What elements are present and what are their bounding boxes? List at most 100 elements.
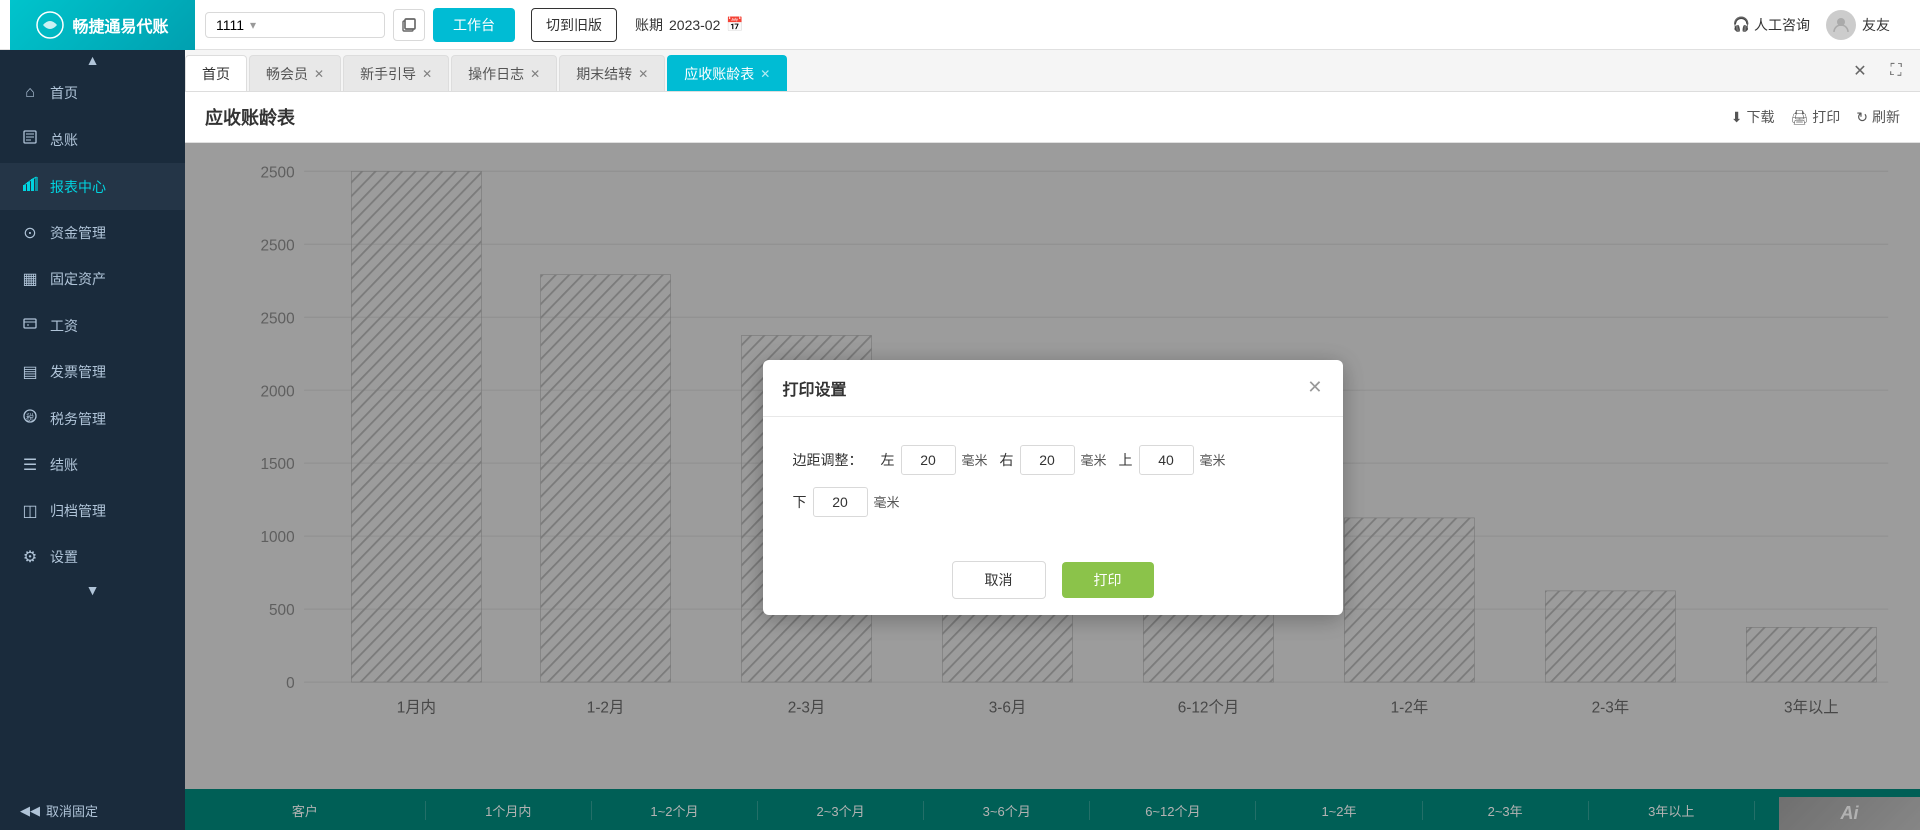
tab-period[interactable]: 期末结转 ✕ bbox=[559, 55, 665, 91]
tab-guide-close[interactable]: ✕ bbox=[422, 67, 432, 81]
user-name: 友友 bbox=[1862, 15, 1890, 35]
tab-guide[interactable]: 新手引导 ✕ bbox=[343, 55, 449, 91]
tab-member-close[interactable]: ✕ bbox=[314, 67, 324, 81]
calendar-icon[interactable]: 📅 bbox=[726, 16, 743, 33]
tab-home-label: 首页 bbox=[202, 64, 230, 84]
sidebar-item-closing[interactable]: ☰ 结账 bbox=[0, 442, 185, 488]
sidebar-label-tax: 税务管理 bbox=[50, 409, 106, 429]
sidebar-item-settings[interactable]: ⚙ 设置 bbox=[0, 534, 185, 580]
tab-log-close[interactable]: ✕ bbox=[530, 67, 540, 81]
bottom-input[interactable] bbox=[813, 487, 868, 517]
refresh-icon: ↻ bbox=[1856, 109, 1868, 126]
avatar bbox=[1826, 10, 1856, 40]
consult-button[interactable]: 🎧 人工咨询 bbox=[1733, 15, 1810, 35]
modal-overlay: 打印设置 ✕ 边距调整： 左 毫米 bbox=[185, 143, 1920, 830]
sidebar-item-assets[interactable]: ▦ 固定资产 bbox=[0, 256, 185, 302]
sidebar-label-settings: 设置 bbox=[50, 547, 78, 567]
ledger-icon bbox=[20, 129, 40, 150]
sidebar-item-archive[interactable]: ◫ 归档管理 bbox=[0, 488, 185, 534]
left-unit: 毫米 bbox=[962, 450, 988, 469]
cancel-button[interactable]: 取消 bbox=[952, 561, 1046, 599]
logo-text: 畅捷通易代账 bbox=[72, 13, 168, 37]
copy-icon bbox=[401, 17, 417, 33]
salary-icon bbox=[20, 315, 40, 336]
tab-member[interactable]: 畅会员 ✕ bbox=[249, 55, 341, 91]
tab-close-all-button[interactable]: ✕ bbox=[1846, 57, 1874, 85]
sidebar-label-reports: 报表中心 bbox=[50, 177, 106, 197]
download-button[interactable]: ⬇ 下载 bbox=[1731, 107, 1775, 127]
tab-log[interactable]: 操作日志 ✕ bbox=[451, 55, 557, 91]
modal-body: 边距调整： 左 毫米 右 毫米 bbox=[763, 417, 1343, 545]
switch-old-button[interactable]: 切到旧版 bbox=[531, 8, 617, 42]
modal-title: 打印设置 bbox=[783, 376, 847, 400]
tab-aging[interactable]: 应收账龄表 ✕ bbox=[667, 55, 787, 91]
sidebar-item-salary[interactable]: 工资 bbox=[0, 302, 185, 349]
tab-period-label: 期末结转 bbox=[576, 64, 632, 84]
tab-maximize-button[interactable]: ⛶ bbox=[1882, 57, 1910, 85]
sidebar-item-ledger[interactable]: 总账 bbox=[0, 116, 185, 163]
bottom-label: 下 bbox=[793, 492, 807, 512]
print-confirm-button[interactable]: 打印 bbox=[1062, 562, 1154, 598]
copy-button[interactable] bbox=[393, 9, 425, 41]
tab-aging-label: 应收账龄表 bbox=[684, 64, 754, 84]
refresh-button[interactable]: ↻ 刷新 bbox=[1856, 107, 1900, 127]
right-label: 右 bbox=[1000, 450, 1014, 470]
sidebar-item-funds[interactable]: ⊙ 资金管理 bbox=[0, 210, 185, 256]
chart-table-area: 2500 2500 2500 2000 1500 1000 500 0 bbox=[185, 143, 1920, 830]
period-value: 2023-02 bbox=[669, 17, 720, 33]
modal-close-button[interactable]: ✕ bbox=[1307, 377, 1322, 398]
tab-actions: ✕ ⛶ bbox=[1836, 50, 1920, 91]
company-select[interactable]: 1111 ▾ bbox=[205, 12, 385, 38]
print-label: 打印 bbox=[1812, 107, 1840, 127]
print-icon: 🖨 bbox=[1790, 109, 1808, 126]
sidebar-label-home: 首页 bbox=[50, 83, 78, 103]
download-label: 下载 bbox=[1746, 107, 1774, 127]
left-input[interactable] bbox=[901, 445, 956, 475]
assets-icon: ▦ bbox=[20, 269, 40, 289]
sidebar-item-tax[interactable]: 税 税务管理 bbox=[0, 395, 185, 442]
sidebar-item-invoice[interactable]: ▤ 发票管理 bbox=[0, 349, 185, 395]
page-title: 应收账龄表 bbox=[205, 104, 295, 130]
right-input[interactable] bbox=[1020, 445, 1075, 475]
period-area: 账期 2023-02 📅 bbox=[635, 15, 744, 35]
sidebar-label-ledger: 总账 bbox=[50, 130, 78, 150]
collapse-button[interactable]: ◀◀ 取消固定 bbox=[0, 791, 185, 830]
logo: 畅捷通易代账 bbox=[10, 0, 195, 50]
sidebar-item-home[interactable]: ⌂ 首页 bbox=[0, 70, 185, 116]
modal-footer: 取消 打印 bbox=[763, 545, 1343, 615]
sidebar-label-funds: 资金管理 bbox=[50, 223, 106, 243]
company-name: 1111 bbox=[216, 17, 244, 33]
user-area[interactable]: 友友 bbox=[1826, 10, 1890, 40]
tab-home[interactable]: 首页 bbox=[185, 55, 247, 91]
funds-icon: ⊙ bbox=[20, 223, 40, 243]
page-content: 应收账龄表 ⬇ 下载 🖨 打印 ↻ 刷新 bbox=[185, 92, 1920, 830]
sidebar-label-archive: 归档管理 bbox=[50, 501, 106, 521]
page-header: 应收账龄表 ⬇ 下载 🖨 打印 ↻ 刷新 bbox=[185, 92, 1920, 143]
print-button[interactable]: 🖨 打印 bbox=[1790, 107, 1840, 127]
page-actions: ⬇ 下载 🖨 打印 ↻ 刷新 bbox=[1731, 107, 1900, 127]
left-label: 左 bbox=[881, 450, 895, 470]
refresh-label: 刷新 bbox=[1872, 107, 1900, 127]
reports-icon bbox=[20, 176, 40, 197]
download-icon: ⬇ bbox=[1731, 109, 1743, 126]
margin-row: 边距调整： 左 毫米 右 毫米 bbox=[793, 445, 1313, 517]
svg-text:税: 税 bbox=[26, 412, 34, 422]
collapse-label: 取消固定 bbox=[46, 801, 98, 820]
chevron-down-icon: ▾ bbox=[250, 18, 256, 32]
workbench-button[interactable]: 工作台 bbox=[433, 8, 515, 42]
top-input[interactable] bbox=[1139, 445, 1194, 475]
tab-bar: 首页 畅会员 ✕ 新手引导 ✕ 操作日志 ✕ 期末结转 ✕ 应收账龄表 ✕ bbox=[185, 50, 1920, 92]
top-label: 上 bbox=[1119, 450, 1133, 470]
sidebar-label-assets: 固定资产 bbox=[50, 269, 106, 289]
sidebar-scroll-up[interactable]: ▲ bbox=[0, 50, 185, 70]
sidebar-item-reports[interactable]: 报表中心 bbox=[0, 163, 185, 210]
margin-left-group: 左 毫米 bbox=[881, 445, 988, 475]
tab-aging-close[interactable]: ✕ bbox=[760, 67, 770, 81]
margin-right-group: 右 毫米 bbox=[1000, 445, 1107, 475]
sidebar-scroll-down[interactable]: ▼ bbox=[0, 580, 185, 600]
sidebar: ▲ ⌂ 首页 总账 bbox=[0, 50, 185, 830]
headset-icon: 🎧 bbox=[1733, 16, 1750, 33]
modal-header: 打印设置 ✕ bbox=[763, 360, 1343, 417]
tab-period-close[interactable]: ✕ bbox=[638, 67, 648, 81]
margin-top-group: 上 毫米 bbox=[1119, 445, 1226, 475]
